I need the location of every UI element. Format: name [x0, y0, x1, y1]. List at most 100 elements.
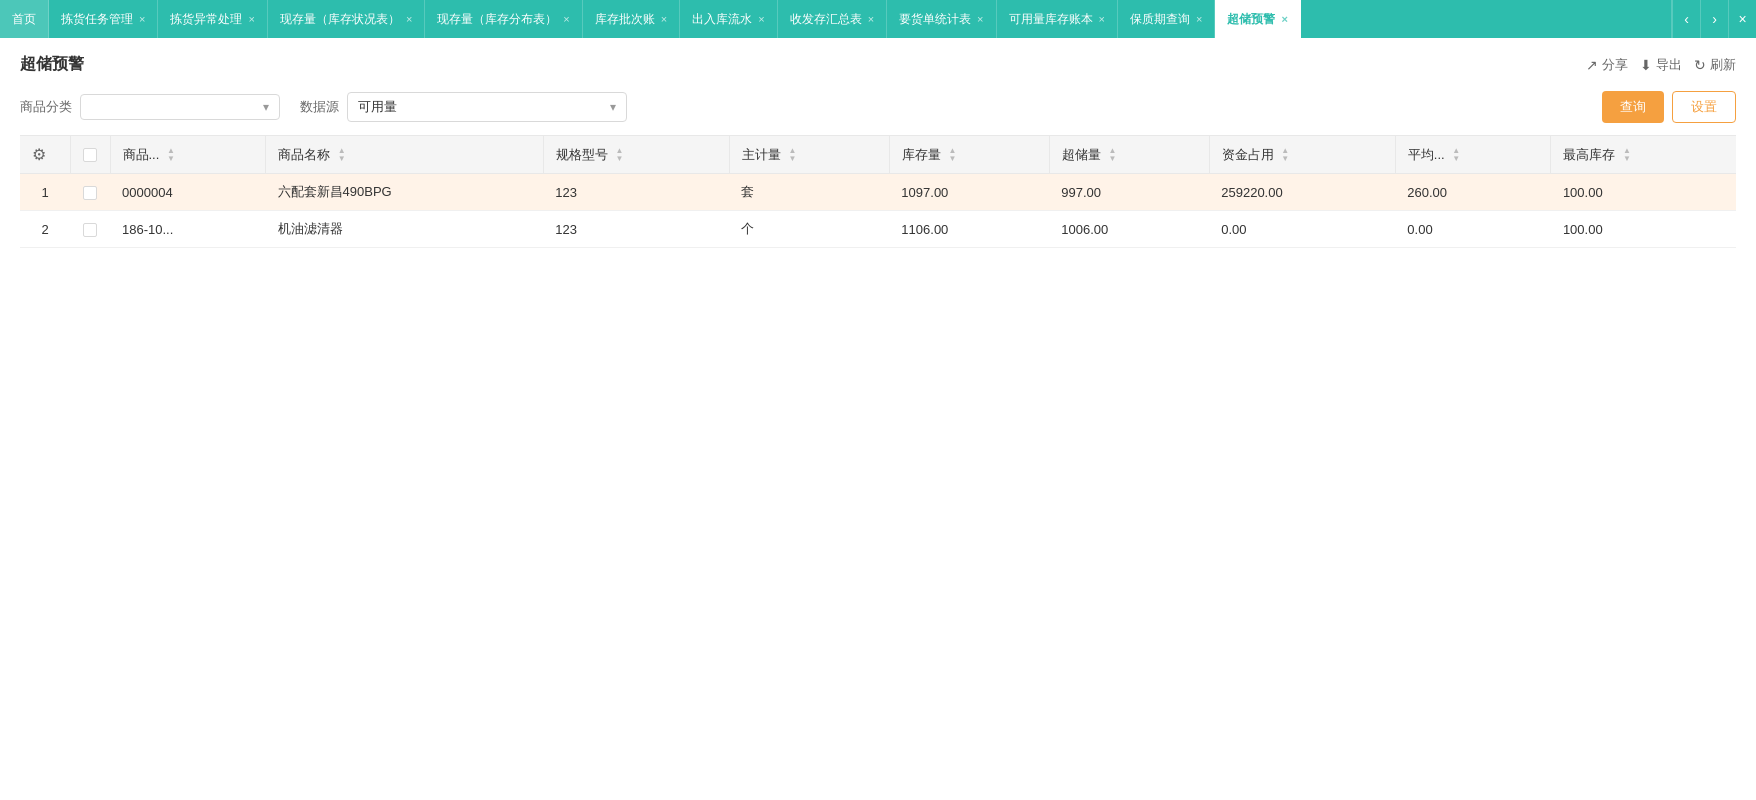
nav-item[interactable]: 拣货任务管理 × [49, 0, 158, 38]
unit-cell: 个 [729, 211, 889, 248]
sort-icon-stock: ▲▼ [948, 147, 956, 163]
col-overstock-header[interactable]: 超储量 ▲▼ [1049, 136, 1209, 174]
nav-close-icon[interactable]: × [248, 13, 254, 25]
product-code-cell: 0000004 [110, 174, 266, 211]
col-product-code-header[interactable]: 商品... ▲▼ [110, 136, 266, 174]
datasource-chevron-icon: ▾ [610, 100, 616, 114]
refresh-icon: ↻ [1694, 57, 1706, 73]
col-spec-header[interactable]: 规格型号 ▲▼ [543, 136, 729, 174]
nav-item[interactable]: 可用量库存账本 × [997, 0, 1118, 38]
table-container: ⚙ 商品... ▲▼ 商品名称 ▲▼ 规格型号 ▲▼ [20, 135, 1736, 248]
col-unit-header[interactable]: 主计量 ▲▼ [729, 136, 889, 174]
row-checkbox-cell [70, 211, 110, 248]
nav-item[interactable]: 收发存汇总表 × [778, 0, 887, 38]
nav-item[interactable]: 现存量（库存分布表） × [425, 0, 582, 38]
nav-item-label: 库存批次账 [595, 11, 655, 28]
header-actions: ↗ 分享 ⬇ 导出 ↻ 刷新 [1586, 56, 1736, 74]
export-button[interactable]: ⬇ 导出 [1640, 56, 1682, 74]
share-button[interactable]: ↗ 分享 [1586, 56, 1628, 74]
export-icon: ⬇ [1640, 57, 1652, 73]
sort-icon-unit: ▲▼ [789, 147, 797, 163]
nav-item-label: 要货单统计表 [899, 11, 971, 28]
page-header: 超储预警 ↗ 分享 ⬇ 导出 ↻ 刷新 [20, 54, 1736, 75]
nav-next-btn[interactable]: › [1700, 0, 1728, 38]
nav-item-label: 出入库流水 [692, 11, 752, 28]
stock-cell: 1097.00 [889, 174, 1049, 211]
sort-icon-avg: ▲▼ [1452, 147, 1460, 163]
nav-item-label: 保质期查询 [1130, 11, 1190, 28]
nav-item[interactable]: 保质期查询 × [1118, 0, 1215, 38]
nav-item[interactable]: 出入库流水 × [680, 0, 777, 38]
category-chevron-icon: ▾ [263, 100, 269, 114]
category-select[interactable]: ▾ [80, 94, 280, 120]
settings-button[interactable]: 设置 [1672, 91, 1736, 123]
nav-item[interactable]: 拣货异常处理× [158, 0, 267, 38]
nav-item-label: 可用量库存账本 [1009, 11, 1093, 28]
spec-cell: 123 [543, 211, 729, 248]
sort-icon-capital: ▲▼ [1281, 147, 1289, 163]
nav-close-icon[interactable]: × [1099, 13, 1105, 25]
avg-cell: 0.00 [1395, 211, 1551, 248]
stock-cell: 1106.00 [889, 211, 1049, 248]
nav-item[interactable]: 超储预警× [1215, 0, 1300, 38]
col-gear: ⚙ [20, 136, 70, 174]
capital-cell: 259220.00 [1209, 174, 1395, 211]
page-title: 超储预警 [20, 54, 84, 75]
unit-cell: 套 [729, 174, 889, 211]
product-name-cell: 六配套新昌490BPG [266, 174, 544, 211]
nav-item-label: 拣货任务管理 [61, 11, 133, 28]
nav-close-icon[interactable]: × [1196, 13, 1202, 25]
nav-close-btn[interactable]: × [1728, 0, 1756, 38]
overstock-cell: 1006.00 [1049, 211, 1209, 248]
nav-item-label: 现存量（库存分布表） [437, 11, 557, 28]
content-area: 超储预警 ↗ 分享 ⬇ 导出 ↻ 刷新 商品分类 ▾ 数据源 [0, 38, 1756, 800]
sort-icon-name: ▲▼ [338, 147, 346, 163]
nav-item[interactable]: 要货单统计表 × [887, 0, 996, 38]
nav-close-icon[interactable]: × [977, 13, 983, 25]
col-capital-header[interactable]: 资金占用 ▲▼ [1209, 136, 1395, 174]
refresh-button[interactable]: ↻ 刷新 [1694, 56, 1736, 74]
header-checkbox[interactable] [83, 148, 97, 162]
nav-prev-btn[interactable]: ‹ [1672, 0, 1700, 38]
nav-close-icon[interactable]: × [139, 13, 145, 25]
capital-cell: 0.00 [1209, 211, 1395, 248]
spec-cell: 123 [543, 174, 729, 211]
data-table: ⚙ 商品... ▲▼ 商品名称 ▲▼ 规格型号 ▲▼ [20, 135, 1736, 248]
col-max-stock-header[interactable]: 最高库存 ▲▼ [1551, 136, 1736, 174]
nav-close-icon[interactable]: × [758, 13, 764, 25]
row-checkbox-cell [70, 174, 110, 211]
sort-icon-overstock: ▲▼ [1108, 147, 1116, 163]
product-code-cell: 186-10... [110, 211, 266, 248]
filter-bar: 商品分类 ▾ 数据源 可用量 ▾ 查询 设置 [20, 91, 1736, 123]
nav-close-icon[interactable]: × [661, 13, 667, 25]
share-icon: ↗ [1586, 57, 1598, 73]
nav-item[interactable]: 库存批次账 × [583, 0, 680, 38]
nav-close-icon[interactable]: × [406, 13, 412, 25]
category-label: 商品分类 [20, 98, 72, 116]
row-checkbox[interactable] [83, 223, 97, 237]
nav-close-icon[interactable]: × [1281, 13, 1287, 25]
nav-close-icon[interactable]: × [563, 13, 569, 25]
query-button[interactable]: 查询 [1602, 91, 1664, 123]
datasource-filter-group: 数据源 可用量 ▾ [300, 92, 627, 122]
sort-icon-spec: ▲▼ [615, 147, 623, 163]
max-stock-cell: 100.00 [1551, 211, 1736, 248]
col-avg-header[interactable]: 平均... ▲▼ [1395, 136, 1551, 174]
nav-item[interactable]: 首页 [0, 0, 49, 38]
nav-item-label: 首页 [12, 11, 36, 28]
table-row: 10000004六配套新昌490BPG123套1097.00997.002592… [20, 174, 1736, 211]
filter-actions: 查询 设置 [1602, 91, 1736, 123]
nav-item-label: 收发存汇总表 [790, 11, 862, 28]
datasource-label: 数据源 [300, 98, 339, 116]
gear-settings-icon[interactable]: ⚙ [32, 146, 46, 163]
max-stock-cell: 100.00 [1551, 174, 1736, 211]
datasource-select[interactable]: 可用量 ▾ [347, 92, 627, 122]
nav-right-controls: ‹ › × [1671, 0, 1756, 38]
table-header-row: ⚙ 商品... ▲▼ 商品名称 ▲▼ 规格型号 ▲▼ [20, 136, 1736, 174]
row-index: 1 [20, 174, 70, 211]
nav-item[interactable]: 现存量（库存状况表）× [268, 0, 425, 38]
nav-close-icon[interactable]: × [868, 13, 874, 25]
row-checkbox[interactable] [83, 186, 97, 200]
col-stock-header[interactable]: 库存量 ▲▼ [889, 136, 1049, 174]
col-product-name-header[interactable]: 商品名称 ▲▼ [266, 136, 544, 174]
